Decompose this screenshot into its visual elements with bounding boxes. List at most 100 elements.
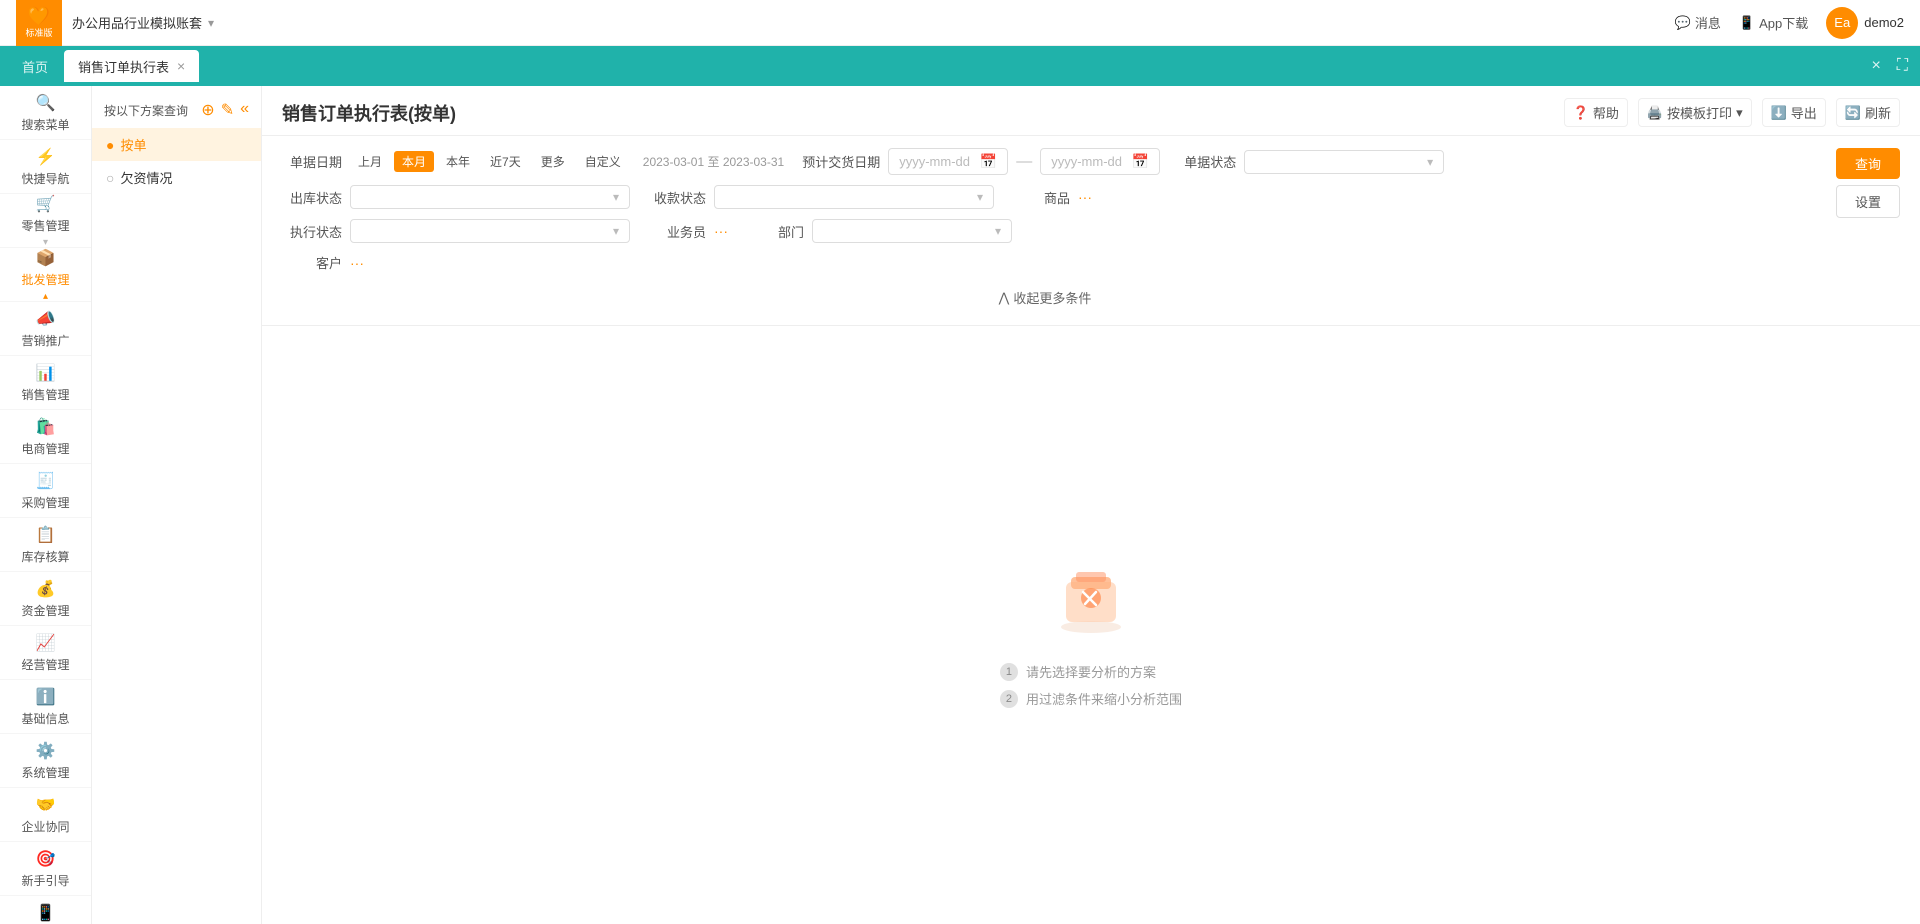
empty-illustration xyxy=(1041,542,1141,642)
empty-steps: 1 请先选择要分析的方案 2 用过滤条件来缩小分析范围 xyxy=(1000,662,1182,708)
collection-label: 收款状态 xyxy=(646,188,706,207)
step-num-1: 1 xyxy=(1000,663,1018,681)
window-expand-icon[interactable]: ⛶ xyxy=(1893,53,1912,79)
inventory-icon: 📋 xyxy=(36,525,56,545)
date-tab-this-month[interactable]: 本月 xyxy=(394,151,434,172)
filter-row-1: 单据日期 上月 本月 本年 近7天 更多 自定义 xyxy=(282,148,1808,175)
breadcrumb-dropdown-icon[interactable]: ▾ xyxy=(208,16,214,30)
scheme-active-icon: ● xyxy=(106,137,114,153)
sidebar-item-quick-nav[interactable]: ⚡ 快捷导航 xyxy=(0,140,91,194)
date-tab-this-year[interactable]: 本年 xyxy=(438,151,478,172)
sidebar-item-system[interactable]: ⚙️ 系统管理 xyxy=(0,734,91,788)
sidebar-item-search[interactable]: 🔍 搜索菜单 xyxy=(0,86,91,140)
enterprise-icon: 🤝 xyxy=(36,795,56,815)
collapse-more-button[interactable]: ⋀ 收起更多条件 xyxy=(282,282,1808,313)
print-icon: 🖨️ xyxy=(1647,105,1663,121)
customer-label: 客户 xyxy=(282,253,342,272)
left-panel: 按以下方案查询 ⊕ ✎ « ● 按单 ○ 欠资情况 xyxy=(92,86,262,924)
export-button[interactable]: ⬇️ 导出 xyxy=(1762,98,1826,127)
delivery-dropdown-icon: ▾ xyxy=(613,190,619,204)
date-tab-last-month[interactable]: 上月 xyxy=(350,151,390,172)
sidebar-item-basic[interactable]: ℹ️ 基础信息 xyxy=(0,680,91,734)
customer-more-icon[interactable]: ··· xyxy=(350,255,364,271)
expected-date-start-input[interactable]: yyyy-mm-dd 📅 xyxy=(888,148,1008,175)
tab-sales-order[interactable]: 销售订单执行表 × xyxy=(64,50,199,82)
help-button[interactable]: ❓ 帮助 xyxy=(1564,98,1628,127)
tab-bar-right: × ⛶ xyxy=(1867,53,1912,79)
marketing-icon: 📣 xyxy=(36,309,56,329)
sidebar-item-sales[interactable]: 📊 销售管理 xyxy=(0,356,91,410)
chevron-up-icon: ▴ xyxy=(43,291,48,302)
left-panel-actions: ⊕ ✎ « xyxy=(201,100,249,120)
delivery-select[interactable]: ▾ xyxy=(350,185,630,209)
sidebar-item-inventory[interactable]: 📋 库存核算 xyxy=(0,518,91,572)
sidebar-item-marketing[interactable]: 📣 营销推广 xyxy=(0,302,91,356)
date-tab-7days[interactable]: 近7天 xyxy=(482,151,529,172)
app-download-button[interactable]: 📱 App下载 xyxy=(1739,13,1808,32)
expected-date-end-input[interactable]: yyyy-mm-dd 📅 xyxy=(1040,148,1160,175)
tab-close-icon[interactable]: × xyxy=(177,58,185,74)
date-separator: — xyxy=(1016,153,1032,171)
sales-icon: 📊 xyxy=(36,363,56,383)
sidebar-item-newuser[interactable]: 🎯 新手引导 xyxy=(0,842,91,896)
sidebar-item-finance[interactable]: 💰 资金管理 xyxy=(0,572,91,626)
sidebar-item-ecommerce[interactable]: 🛍️ 电商管理 xyxy=(0,410,91,464)
app-logo: 🧡 标准版 xyxy=(16,0,62,46)
collection-select[interactable]: ▾ xyxy=(714,185,994,209)
date-tab-custom[interactable]: 自定义 xyxy=(577,151,629,172)
empty-step-2: 2 用过滤条件来缩小分析范围 xyxy=(1000,689,1182,708)
top-bar-right: 💬 消息 📱 App下载 Ea demo2 xyxy=(1675,7,1904,39)
department-select[interactable]: ▾ xyxy=(812,219,1012,243)
goods-label: 商品 xyxy=(1010,188,1070,207)
sidebar-item-appstore[interactable]: 📱 应用中心 xyxy=(0,896,91,924)
print-arrow-icon: ▾ xyxy=(1736,105,1743,121)
add-scheme-button[interactable]: ⊕ xyxy=(201,100,214,120)
calendar-end-icon: 📅 xyxy=(1132,153,1149,170)
sidebar-item-operations[interactable]: 📈 经营管理 xyxy=(0,626,91,680)
date-tabs: 上月 本月 本年 近7天 更多 自定义 xyxy=(350,151,629,172)
collapse-panel-button[interactable]: « xyxy=(240,100,249,120)
execution-select[interactable]: ▾ xyxy=(350,219,630,243)
filter-row-3: 执行状态 ▾ 业务员 ··· xyxy=(282,219,1808,243)
top-bar-left: 🧡 标准版 办公用品行业模拟账套 ▾ xyxy=(16,0,214,46)
salesman-label: 业务员 xyxy=(646,222,706,241)
export-icon: ⬇️ xyxy=(1771,105,1787,121)
sidebar-item-retail[interactable]: 🛒 零售管理 ▾ xyxy=(0,194,91,248)
window-close-icon[interactable]: × xyxy=(1867,53,1884,79)
status-select[interactable]: ▾ xyxy=(1244,150,1444,174)
query-button[interactable]: 查询 xyxy=(1836,148,1900,179)
scheme-inactive-icon: ○ xyxy=(106,170,114,186)
empty-step-1: 1 请先选择要分析的方案 xyxy=(1000,662,1182,681)
empty-state: 1 请先选择要分析的方案 2 用过滤条件来缩小分析范围 xyxy=(262,326,1920,924)
tab-home[interactable]: 首页 xyxy=(8,50,62,82)
page-title: 销售订单执行表(按单) xyxy=(282,100,456,126)
scheme-item-by-order[interactable]: ● 按单 xyxy=(92,128,261,161)
operations-icon: 📈 xyxy=(36,633,56,653)
wholesale-icon: 📦 xyxy=(36,248,56,268)
print-button[interactable]: 🖨️ 按模板打印 ▾ xyxy=(1638,98,1752,127)
goods-more-icon[interactable]: ··· xyxy=(1078,189,1092,205)
refresh-button[interactable]: 🔄 刷新 xyxy=(1836,98,1900,127)
calendar-start-icon: 📅 xyxy=(980,153,997,170)
message-button[interactable]: 💬 消息 xyxy=(1675,13,1721,32)
date-label: 单据日期 xyxy=(282,152,342,171)
edit-scheme-button[interactable]: ✎ xyxy=(221,100,234,120)
scheme-item-debt[interactable]: ○ 欠资情况 xyxy=(92,161,261,194)
expected-date-label: 预计交货日期 xyxy=(800,152,880,171)
date-tab-more[interactable]: 更多 xyxy=(533,151,573,172)
execution-label: 执行状态 xyxy=(282,222,342,241)
status-label: 单据状态 xyxy=(1176,152,1236,171)
sidebar-item-purchase[interactable]: 🧾 采购管理 xyxy=(0,464,91,518)
sidebar-item-wholesale[interactable]: 📦 批发管理 ▴ xyxy=(0,248,91,302)
department-label: 部门 xyxy=(744,222,804,241)
salesman-more-icon[interactable]: ··· xyxy=(714,223,728,239)
ecommerce-icon: 🛍️ xyxy=(36,417,56,437)
filter-area: 单据日期 上月 本月 本年 近7天 更多 自定义 xyxy=(262,136,1920,326)
date-range-text: 2023-03-01 至 2023-03-31 xyxy=(643,153,784,170)
user-area[interactable]: Ea demo2 xyxy=(1826,7,1904,39)
content-area: 按以下方案查询 ⊕ ✎ « ● 按单 ○ 欠资情况 xyxy=(92,86,1920,924)
settings-button[interactable]: 设置 xyxy=(1836,185,1900,218)
sidebar-item-enterprise[interactable]: 🤝 企业协同 xyxy=(0,788,91,842)
help-icon: ❓ xyxy=(1573,105,1589,121)
download-icon: 📱 xyxy=(1739,15,1755,31)
